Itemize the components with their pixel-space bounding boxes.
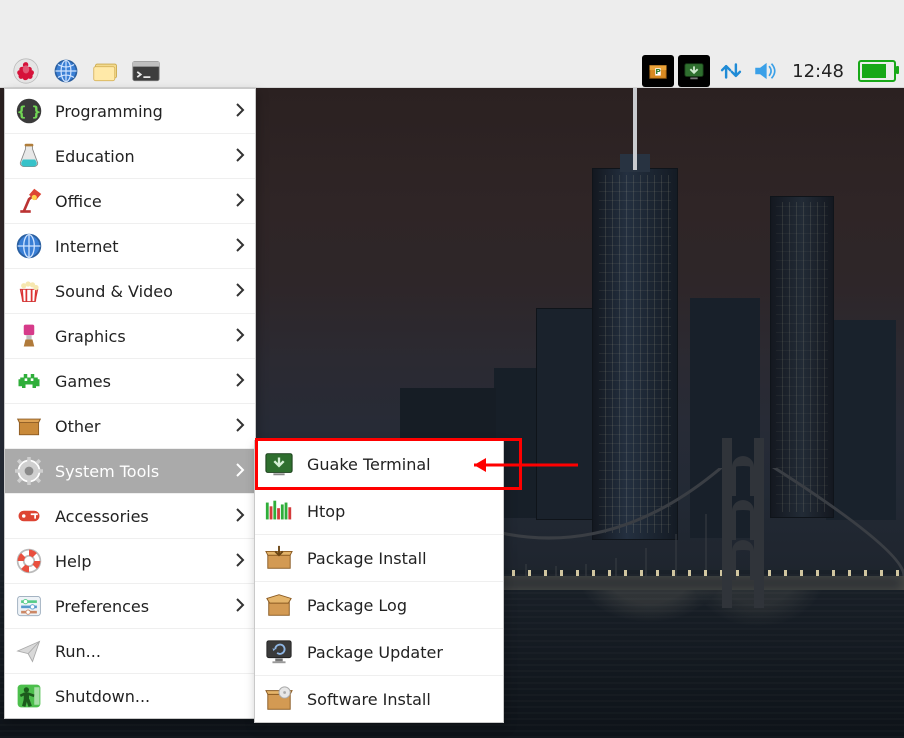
submenu-item-guake-terminal[interactable]: Guake Terminal [255,441,503,488]
code-icon: { } [13,95,45,127]
taskbar: P 12:48 [0,54,904,88]
menu-item-programming[interactable]: { } Programming [5,89,255,134]
menu-item-label: Run... [55,642,245,661]
package-disc-icon [263,683,295,715]
submenu-item-label: Package Updater [307,643,443,662]
menu-item-label: Sound & Video [55,282,235,301]
menu-item-label: Graphics [55,327,235,346]
lifebuoy-icon [13,545,45,577]
lamp-icon [13,185,45,217]
menu-item-games[interactable]: Games [5,359,255,404]
file-manager-launcher[interactable] [86,54,126,88]
start-button[interactable] [6,54,46,88]
menu-item-label: Shutdown... [55,687,245,706]
menu-item-office[interactable]: Office [5,179,255,224]
tray-guake-icon[interactable] [678,55,710,87]
battery-indicator[interactable] [854,60,904,82]
paper-plane-icon [13,635,45,667]
applications-menu[interactable]: { } Programming Education Office Interne… [4,88,256,719]
guake-icon [263,448,295,480]
menu-item-internet[interactable]: Internet [5,224,255,269]
svg-text:P: P [655,67,661,76]
submenu-item-label: Guake Terminal [307,455,431,474]
menu-item-other[interactable]: Other [5,404,255,449]
box-icon [13,410,45,442]
menu-item-accessories[interactable]: Accessories [5,494,255,539]
menu-item-label: Help [55,552,235,571]
menu-item-label: Education [55,147,235,166]
menu-item-system-tools[interactable]: System Tools [5,449,255,494]
web-browser-launcher[interactable] [46,54,86,88]
submenu-item-label: Package Log [307,596,407,615]
submenu-item-package-updater[interactable]: Package Updater [255,629,503,676]
menu-item-sound-video[interactable]: Sound & Video [5,269,255,314]
system-tray: P 12:48 [642,54,904,88]
monitor-refresh-icon [263,636,295,668]
package-open-icon [263,589,295,621]
submenu-item-label: Package Install [307,549,427,568]
network-icon[interactable] [714,54,748,88]
menu-item-run[interactable]: Run... [5,629,255,674]
chevron-right-icon [235,552,245,571]
menu-item-shutdown[interactable]: Shutdown... [5,674,255,718]
submenu-item-htop[interactable]: Htop [255,488,503,535]
chevron-right-icon [235,417,245,436]
space-invader-icon [13,365,45,397]
chevron-right-icon [235,462,245,481]
chevron-right-icon [235,237,245,256]
chevron-right-icon [235,147,245,166]
menu-item-graphics[interactable]: Graphics [5,314,255,359]
menu-item-label: Other [55,417,235,436]
menu-item-education[interactable]: Education [5,134,255,179]
package-down-icon [263,542,295,574]
chevron-right-icon [235,327,245,346]
chevron-right-icon [235,597,245,616]
submenu-item-package-install[interactable]: Package Install [255,535,503,582]
chevron-right-icon [235,282,245,301]
menu-item-label: Games [55,372,235,391]
flask-icon [13,140,45,172]
gear-icon [13,455,45,487]
submenu-item-package-log[interactable]: Package Log [255,582,503,629]
menu-item-label: Preferences [55,597,235,616]
sliders-icon [13,590,45,622]
htop-icon [263,495,295,527]
submenu-item-label: Software Install [307,690,431,709]
chevron-right-icon [235,507,245,526]
submenu-item-software-install[interactable]: Software Install [255,676,503,722]
menu-item-label: System Tools [55,462,235,481]
paintbrush-icon [13,320,45,352]
chevron-right-icon [235,192,245,211]
menu-item-label: Programming [55,102,235,121]
exit-icon [13,680,45,712]
system-tools-submenu[interactable]: Guake Terminal Htop Package Install Pack… [254,440,504,723]
menu-item-help[interactable]: Help [5,539,255,584]
popcorn-icon [13,275,45,307]
menu-item-label: Accessories [55,507,235,526]
volume-icon[interactable] [748,54,782,88]
clock[interactable]: 12:48 [782,61,854,82]
menu-item-label: Internet [55,237,235,256]
globe-icon [13,230,45,262]
submenu-item-label: Htop [307,502,345,521]
chevron-right-icon [235,102,245,121]
chevron-right-icon [235,372,245,391]
svg-text:{ }: { } [17,104,42,120]
swiss-knife-icon [13,500,45,532]
tray-package-icon[interactable]: P [642,55,674,87]
menu-item-preferences[interactable]: Preferences [5,584,255,629]
terminal-launcher[interactable] [126,54,166,88]
menu-item-label: Office [55,192,235,211]
